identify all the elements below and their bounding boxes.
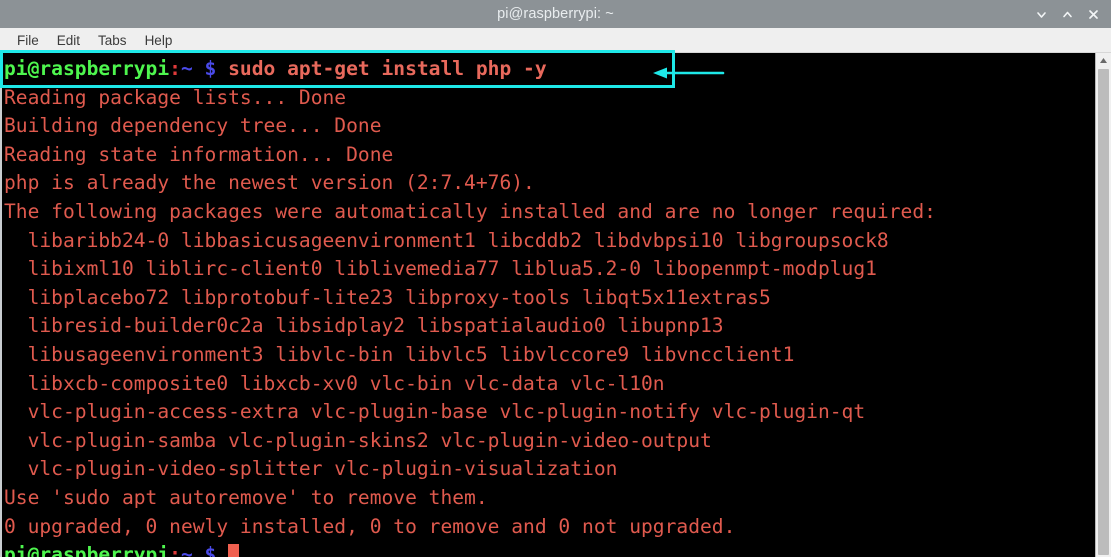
output-line: vlc-plugin-access-extra vlc-plugin-base … xyxy=(4,400,866,424)
terminal-window: pi@raspberrypi: ~ File Edit Tabs Help pi… xyxy=(0,0,1111,557)
menu-item-edit[interactable]: Edit xyxy=(48,31,89,50)
output-line: vlc-plugin-video-splitter vlc-plugin-vis… xyxy=(4,457,618,481)
menu-item-tabs[interactable]: Tabs xyxy=(89,31,136,50)
window-title: pi@raspberrypi: ~ xyxy=(497,6,614,22)
active-prompt-line: pi@raspberrypi:~ $ xyxy=(4,541,1095,557)
menu-item-help[interactable]: Help xyxy=(136,31,182,50)
prompt-path: ~ xyxy=(180,543,193,557)
prompt-path: ~ xyxy=(180,57,193,80)
command-text: sudo apt-get install php -y xyxy=(228,57,547,80)
vertical-scrollbar[interactable] xyxy=(1095,53,1111,557)
output-line: Use 'sudo apt autoremove' to remove them… xyxy=(4,485,488,509)
output-line: The following packages were automaticall… xyxy=(4,199,936,223)
command-space xyxy=(216,57,228,80)
menu-bar: File Edit Tabs Help xyxy=(0,28,1111,53)
output-line: libxcb-composite0 libxcb-xv0 vlc-bin vlc… xyxy=(4,371,665,395)
menu-item-file[interactable]: File xyxy=(8,31,48,50)
window-controls xyxy=(1029,0,1105,28)
prompt-sigil: $ xyxy=(204,543,217,557)
prompt-colon: : xyxy=(169,57,181,80)
output-line: libaribb24-0 libbasicusageenvironment1 l… xyxy=(4,228,889,252)
output-line: Reading state information... Done xyxy=(4,142,394,166)
minimize-icon[interactable] xyxy=(1029,2,1053,26)
output-line: vlc-plugin-samba vlc-plugin-skins2 vlc-p… xyxy=(4,428,712,452)
terminal-output[interactable]: pi@raspberrypi:~ $ sudo apt-get install … xyxy=(2,53,1095,557)
prompt-user-host: pi@raspberrypi xyxy=(4,57,170,80)
output-line: libusageenvironment3 libvlc-bin libvlc5 … xyxy=(4,342,795,366)
title-bar[interactable]: pi@raspberrypi: ~ xyxy=(0,0,1111,28)
text-cursor xyxy=(228,544,240,557)
output-line: php is already the newest version (2:7.4… xyxy=(4,171,535,195)
output-line: libresid-builder0c2a libsidplay2 libspat… xyxy=(4,314,724,338)
maximize-icon[interactable] xyxy=(1055,2,1079,26)
close-icon[interactable] xyxy=(1081,2,1105,26)
scrollbar-thumb[interactable] xyxy=(1098,69,1109,555)
command-line: pi@raspberrypi:~ $ sudo apt-get install … xyxy=(4,55,1095,84)
prompt-sigil: $ xyxy=(204,57,217,80)
prompt-gap xyxy=(216,543,228,557)
terminal-area: pi@raspberrypi:~ $ sudo apt-get install … xyxy=(0,53,1111,557)
output-line: libplacebo72 libprotobuf-lite23 libproxy… xyxy=(4,285,771,309)
output-line: Building dependency tree... Done xyxy=(4,114,382,138)
prompt-colon: : xyxy=(169,543,181,557)
output-line: 0 upgraded, 0 newly installed, 0 to remo… xyxy=(4,514,736,538)
scroll-up-icon[interactable] xyxy=(1096,53,1111,67)
output-line: Reading package lists... Done xyxy=(4,85,347,109)
output-line: libixml10 liblirc-client0 liblivemedia77… xyxy=(4,257,877,281)
prompt-user-host: pi@raspberrypi xyxy=(4,543,170,557)
